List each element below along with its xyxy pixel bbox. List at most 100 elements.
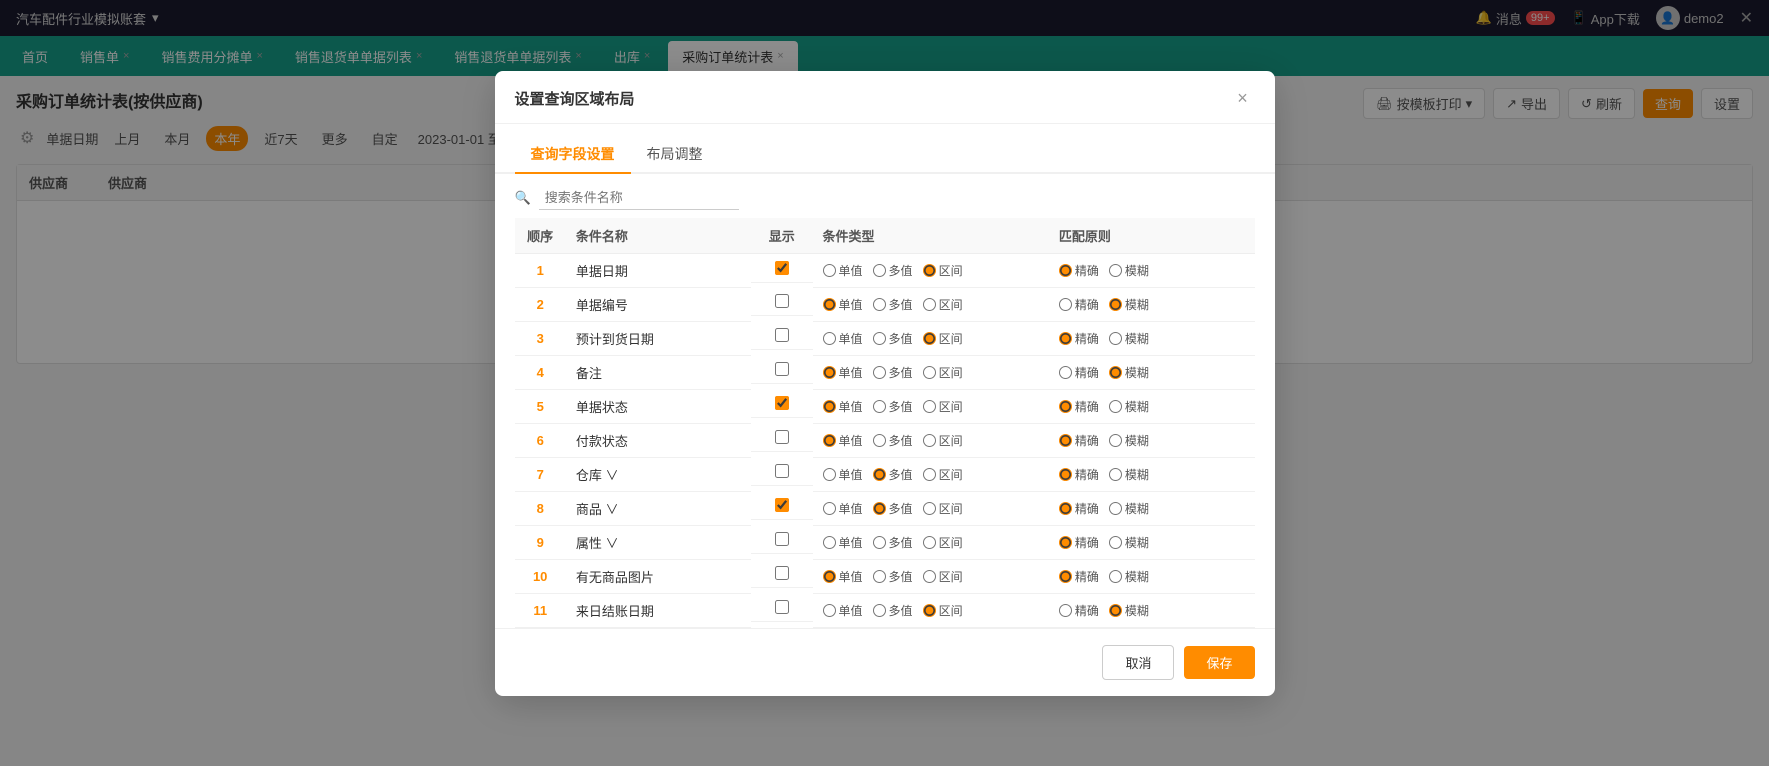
match-radio-match_fuzzy[interactable]: 模糊 bbox=[1109, 500, 1149, 517]
row-display bbox=[751, 559, 813, 588]
type-radio-type_range[interactable]: 区间 bbox=[923, 466, 963, 483]
display-checkbox[interactable] bbox=[775, 566, 789, 580]
type-radio-type_multi[interactable]: 多值 bbox=[873, 602, 913, 619]
type-radio-type_single[interactable]: 单值 bbox=[823, 364, 863, 381]
type-radio-type_single[interactable]: 单值 bbox=[823, 398, 863, 415]
type-radio-type_range[interactable]: 区间 bbox=[923, 568, 963, 585]
type-radio-type_single[interactable]: 单值 bbox=[823, 262, 863, 279]
cancel-btn[interactable]: 取消 bbox=[1102, 645, 1174, 680]
type-radio-type_range[interactable]: 区间 bbox=[923, 296, 963, 313]
type-radio-type_multi[interactable]: 多值 bbox=[873, 534, 913, 551]
type-radio-type_range[interactable]: 区间 bbox=[923, 330, 963, 347]
table-header-row: 顺序 条件名称 显示 条件类型 匹配原则 bbox=[515, 218, 1255, 254]
row-order: 2 bbox=[515, 287, 566, 321]
search-input[interactable] bbox=[539, 186, 739, 210]
type-radio-type_multi[interactable]: 多值 bbox=[873, 262, 913, 279]
type-radio-type_single[interactable]: 单值 bbox=[823, 534, 863, 551]
match-radio-match_exact[interactable]: 精确 bbox=[1059, 534, 1099, 551]
row-name: 付款状态 bbox=[566, 423, 751, 457]
type-radio-type_range[interactable]: 区间 bbox=[923, 262, 963, 279]
row-type: 单值多值区间 bbox=[813, 491, 1049, 525]
match-radio-match_fuzzy[interactable]: 模糊 bbox=[1109, 568, 1149, 585]
display-checkbox[interactable] bbox=[775, 430, 789, 444]
type-radio-type_multi[interactable]: 多值 bbox=[873, 296, 913, 313]
row-type: 单值多值区间 bbox=[813, 559, 1049, 593]
type-radio-type_multi[interactable]: 多值 bbox=[873, 398, 913, 415]
display-checkbox[interactable] bbox=[775, 328, 789, 342]
row-type: 单值多值区间 bbox=[813, 355, 1049, 389]
modal-footer: 取消 保存 bbox=[495, 628, 1275, 696]
tab-query-fields[interactable]: 查询字段设置 bbox=[515, 136, 631, 174]
match-radio-match_exact[interactable]: 精确 bbox=[1059, 262, 1099, 279]
modal-close-btn[interactable]: × bbox=[1231, 87, 1255, 111]
match-radio-match_fuzzy[interactable]: 模糊 bbox=[1109, 364, 1149, 381]
row-name: 单据状态 bbox=[566, 389, 751, 423]
row-display bbox=[751, 389, 813, 418]
type-radio-type_single[interactable]: 单值 bbox=[823, 432, 863, 449]
display-checkbox[interactable] bbox=[775, 600, 789, 614]
search-bar: 🔍 bbox=[495, 174, 1275, 218]
row-order: 10 bbox=[515, 559, 566, 593]
modal-tabs: 查询字段设置 布局调整 bbox=[495, 124, 1275, 174]
type-radio-type_single[interactable]: 单值 bbox=[823, 466, 863, 483]
display-checkbox[interactable] bbox=[775, 362, 789, 376]
row-match: 精确模糊 bbox=[1049, 593, 1255, 627]
type-radio-type_single[interactable]: 单值 bbox=[823, 568, 863, 585]
type-radio-type_multi[interactable]: 多值 bbox=[873, 330, 913, 347]
match-radio-match_exact[interactable]: 精确 bbox=[1059, 500, 1099, 517]
type-radio-type_range[interactable]: 区间 bbox=[923, 602, 963, 619]
row-match: 精确模糊 bbox=[1049, 355, 1255, 389]
match-radio-match_fuzzy[interactable]: 模糊 bbox=[1109, 534, 1149, 551]
match-radio-match_exact[interactable]: 精确 bbox=[1059, 466, 1099, 483]
row-type: 单值多值区间 bbox=[813, 593, 1049, 627]
row-type: 单值多值区间 bbox=[813, 525, 1049, 559]
match-radio-match_fuzzy[interactable]: 模糊 bbox=[1109, 262, 1149, 279]
display-checkbox[interactable] bbox=[775, 464, 789, 478]
row-order: 9 bbox=[515, 525, 566, 559]
tab-layout-adjust[interactable]: 布局调整 bbox=[631, 136, 719, 174]
conditions-table: 顺序 条件名称 显示 条件类型 匹配原则 1单据日期单值多值区间精确模糊2单据编… bbox=[515, 218, 1255, 628]
row-display bbox=[751, 491, 813, 520]
type-radio-type_multi[interactable]: 多值 bbox=[873, 500, 913, 517]
row-display bbox=[751, 593, 813, 622]
match-radio-match_exact[interactable]: 精确 bbox=[1059, 364, 1099, 381]
display-checkbox[interactable] bbox=[775, 261, 789, 275]
match-radio-match_fuzzy[interactable]: 模糊 bbox=[1109, 296, 1149, 313]
type-radio-type_range[interactable]: 区间 bbox=[923, 432, 963, 449]
match-radio-match_exact[interactable]: 精确 bbox=[1059, 602, 1099, 619]
type-radio-type_range[interactable]: 区间 bbox=[923, 534, 963, 551]
match-radio-match_exact[interactable]: 精确 bbox=[1059, 398, 1099, 415]
type-radio-type_single[interactable]: 单值 bbox=[823, 602, 863, 619]
match-radio-match_fuzzy[interactable]: 模糊 bbox=[1109, 330, 1149, 347]
display-checkbox[interactable] bbox=[775, 396, 789, 410]
match-radio-match_exact[interactable]: 精确 bbox=[1059, 330, 1099, 347]
display-checkbox[interactable] bbox=[775, 532, 789, 546]
match-radio-match_fuzzy[interactable]: 模糊 bbox=[1109, 466, 1149, 483]
row-display bbox=[751, 423, 813, 452]
table-row: 7仓库 ∨单值多值区间精确模糊 bbox=[515, 457, 1255, 491]
display-checkbox[interactable] bbox=[775, 294, 789, 308]
match-radio-match_exact[interactable]: 精确 bbox=[1059, 568, 1099, 585]
match-radio-match_fuzzy[interactable]: 模糊 bbox=[1109, 432, 1149, 449]
type-radio-type_single[interactable]: 单值 bbox=[823, 330, 863, 347]
match-radio-match_fuzzy[interactable]: 模糊 bbox=[1109, 398, 1149, 415]
type-radio-type_multi[interactable]: 多值 bbox=[873, 466, 913, 483]
type-radio-type_single[interactable]: 单值 bbox=[823, 500, 863, 517]
modal-title: 设置查询区域布局 bbox=[515, 88, 635, 109]
match-radio-match_fuzzy[interactable]: 模糊 bbox=[1109, 602, 1149, 619]
type-radio-type_range[interactable]: 区间 bbox=[923, 398, 963, 415]
type-radio-type_range[interactable]: 区间 bbox=[923, 364, 963, 381]
row-match: 精确模糊 bbox=[1049, 559, 1255, 593]
row-display bbox=[751, 355, 813, 384]
type-radio-type_multi[interactable]: 多值 bbox=[873, 568, 913, 585]
match-radio-match_exact[interactable]: 精确 bbox=[1059, 432, 1099, 449]
row-order: 6 bbox=[515, 423, 566, 457]
match-radio-match_exact[interactable]: 精确 bbox=[1059, 296, 1099, 313]
save-btn[interactable]: 保存 bbox=[1184, 646, 1254, 679]
type-radio-type_multi[interactable]: 多值 bbox=[873, 364, 913, 381]
type-radio-type_range[interactable]: 区间 bbox=[923, 500, 963, 517]
type-radio-type_single[interactable]: 单值 bbox=[823, 296, 863, 313]
type-radio-type_multi[interactable]: 多值 bbox=[873, 432, 913, 449]
display-checkbox[interactable] bbox=[775, 498, 789, 512]
table-row: 10有无商品图片单值多值区间精确模糊 bbox=[515, 559, 1255, 593]
